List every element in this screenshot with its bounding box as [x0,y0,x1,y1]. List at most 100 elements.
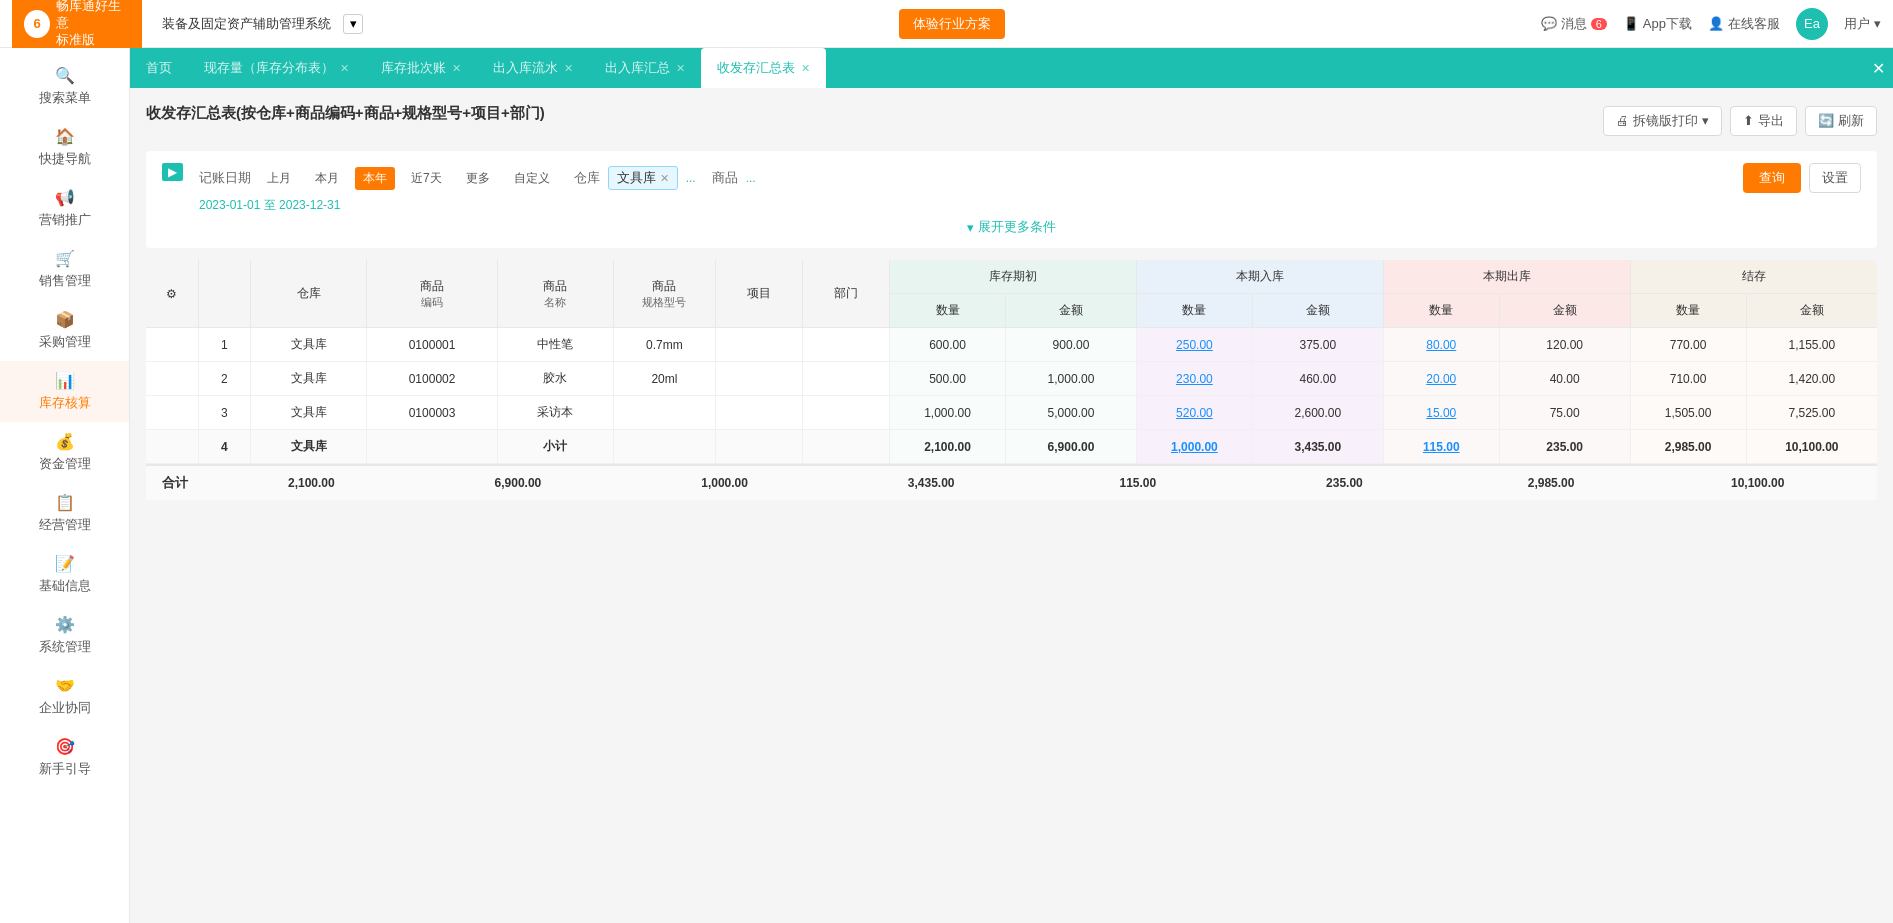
tab-close-summary[interactable]: ✕ [676,62,685,75]
cell-ps-amt: 5,000.00 [1006,396,1137,430]
cell-settings [146,430,198,464]
cell-po-amt: 120.00 [1499,328,1630,362]
query-button[interactable]: 查询 [1743,163,1801,193]
sidebar: 🔍 搜索菜单 🏠 快捷导航 📢 营销推广 🛒 销售管理 📦 采购管理 📊 [0,48,130,923]
sidebar-item-inventory[interactable]: 📊 库存核算 [0,361,129,422]
table-row: 4文具库小计2,100.006,900.001,000.003,435.0011… [146,430,1877,464]
footer-pi-qty: 1,000.00 [621,476,828,490]
page-content: 收发存汇总表(按仓库+商品编码+商品+规格型号+项目+部门) 🖨 拆镜版打印 ▾… [130,88,1893,923]
message-button[interactable]: 💬 消息 6 [1541,15,1607,33]
page-header-right: 🖨 拆镜版打印 ▾ ⬆ 导出 🔄 刷新 [1603,106,1877,136]
sidebar-item-guide[interactable]: 🎯 新手引导 [0,727,129,788]
expand-conditions-button[interactable]: ▾ 展开更多条件 [162,218,1861,236]
th-balance: 结存 [1630,260,1877,294]
marketing-icon: 📢 [55,188,75,207]
cell-ps-qty: 2,100.00 [889,430,1005,464]
tab-bar: 首页 现存量（库存分布表） ✕ 库存批次账 ✕ 出入库流水 ✕ 出入库汇总 ✕ [130,48,1893,88]
cell-dept [802,396,889,430]
print-button[interactable]: 🖨 拆镜版打印 ▾ [1603,106,1722,136]
th-bal-amt: 金额 [1746,294,1877,328]
sidebar-item-purchase[interactable]: 📦 采购管理 [0,300,129,361]
filter-toggle-button[interactable]: ▶ [162,163,183,181]
cell-spec [614,396,716,430]
date-btn-this-year[interactable]: 本年 [355,167,395,190]
goods-more-button[interactable]: ... [746,171,756,185]
tab-close-recv-send[interactable]: ✕ [801,62,810,75]
settings-dropdown[interactable]: ▾ [343,14,363,34]
cell-pi-qty[interactable]: 230.00 [1136,362,1252,396]
tab-batch[interactable]: 库存批次账 ✕ [365,48,477,88]
page-header: 收发存汇总表(按仓库+商品编码+商品+规格型号+项目+部门) 🖨 拆镜版打印 ▾… [146,104,1877,137]
export-button[interactable]: ⬆ 导出 [1730,106,1797,136]
tab-summary[interactable]: 出入库汇总 ✕ [589,48,701,88]
sidebar-item-system[interactable]: ⚙️ 系统管理 [0,605,129,666]
sidebar-item-sales[interactable]: 🛒 销售管理 [0,239,129,300]
cell-no: 4 [198,430,250,464]
inventory-table: ⚙ 仓库 商品编码 商品名称 商品规格型号 项目 部门 库存期初 本期入库 本 [146,260,1877,464]
th-po-qty: 数量 [1383,294,1499,328]
sidebar-item-finance[interactable]: 💰 资金管理 [0,422,129,483]
cell-settings [146,328,198,362]
cell-po-amt: 235.00 [1499,430,1630,464]
cell-pi-qty[interactable]: 520.00 [1136,396,1252,430]
inventory-icon: 📊 [55,371,75,390]
date-btn-last-month[interactable]: 上月 [259,167,299,190]
date-btn-more[interactable]: 更多 [458,167,498,190]
logo-area: 6 畅库通好生意 标准版 [12,0,142,48]
tab-stock-dist[interactable]: 现存量（库存分布表） ✕ [188,48,365,88]
cell-pi-qty[interactable]: 250.00 [1136,328,1252,362]
cell-po-qty[interactable]: 20.00 [1383,362,1499,396]
refresh-button[interactable]: 🔄 刷新 [1805,106,1877,136]
th-project: 项目 [715,260,802,328]
th-pi-qty: 数量 [1136,294,1252,328]
footer-ps-amt: 6,900.00 [415,476,622,490]
cell-pi-qty[interactable]: 1,000.00 [1136,430,1252,464]
th-period-in: 本期入库 [1136,260,1383,294]
export-icon: ⬆ [1743,113,1754,128]
cell-bal-amt: 1,420.00 [1746,362,1877,396]
print-icon: 🖨 [1616,113,1629,128]
cell-ps-amt: 900.00 [1006,328,1137,362]
date-btn-7days[interactable]: 近7天 [403,167,450,190]
cell-po-qty[interactable]: 115.00 [1383,430,1499,464]
date-btn-this-month[interactable]: 本月 [307,167,347,190]
warehouse-more-button[interactable]: ... [686,171,696,185]
date-btn-custom[interactable]: 自定义 [506,167,558,190]
tab-recv-send[interactable]: 收发存汇总表 ✕ [701,48,826,88]
cell-po-qty[interactable]: 15.00 [1383,396,1499,430]
sidebar-item-base[interactable]: 📝 基础信息 [0,544,129,605]
footer-values: 2,100.00 6,900.00 1,000.00 3,435.00 115.… [208,476,1861,490]
message-badge: 6 [1591,18,1607,30]
sidebar-item-quick[interactable]: 🏠 快捷导航 [0,117,129,178]
cell-po-qty[interactable]: 80.00 [1383,328,1499,362]
chevron-down-icon: ▾ [1874,16,1881,31]
tab-close-flow[interactable]: ✕ [564,62,573,75]
sidebar-item-search[interactable]: 🔍 搜索菜单 [0,56,129,117]
warehouse-tag-close[interactable]: ✕ [660,172,669,185]
filter-row: 记账日期 上月 本月 本年 近7天 更多 自定义 仓库 [199,163,1861,193]
user-avatar[interactable]: Ea [1796,8,1828,40]
sales-icon: 🛒 [55,249,75,268]
tab-bar-close-button[interactable]: ✕ [1872,59,1885,78]
tab-close-stock-dist[interactable]: ✕ [340,62,349,75]
tab-flow[interactable]: 出入库流水 ✕ [477,48,589,88]
corp-icon: 🤝 [55,676,75,695]
sidebar-item-marketing[interactable]: 📢 营销推广 [0,178,129,239]
sidebar-item-operation[interactable]: 📋 经营管理 [0,483,129,544]
tab-close-batch[interactable]: ✕ [452,62,461,75]
th-settings[interactable]: ⚙ [146,260,198,328]
tab-home[interactable]: 首页 [130,48,188,88]
app-download-button[interactable]: 📱 App下载 [1623,15,1692,33]
sidebar-item-corp[interactable]: 🤝 企业协同 [0,666,129,727]
table-settings-button[interactable]: 设置 [1809,163,1861,193]
th-no [198,260,250,328]
user-button[interactable]: 用户 ▾ [1844,15,1881,33]
date-filter-section: 记账日期 上月 本月 本年 近7天 更多 自定义 [199,167,558,190]
chevron-down-icon: ▾ [1702,113,1709,128]
cell-code: 0100003 [367,396,498,430]
sys-title: 装备及固定资产辅助管理系统 [162,15,331,33]
trial-button[interactable]: 体验行业方案 [899,9,1005,39]
main-layout: 🔍 搜索菜单 🏠 快捷导航 📢 营销推广 🛒 销售管理 📦 采购管理 📊 [0,48,1893,923]
online-service-button[interactable]: 👤 在线客服 [1708,15,1780,33]
th-pi-amt: 金额 [1252,294,1383,328]
